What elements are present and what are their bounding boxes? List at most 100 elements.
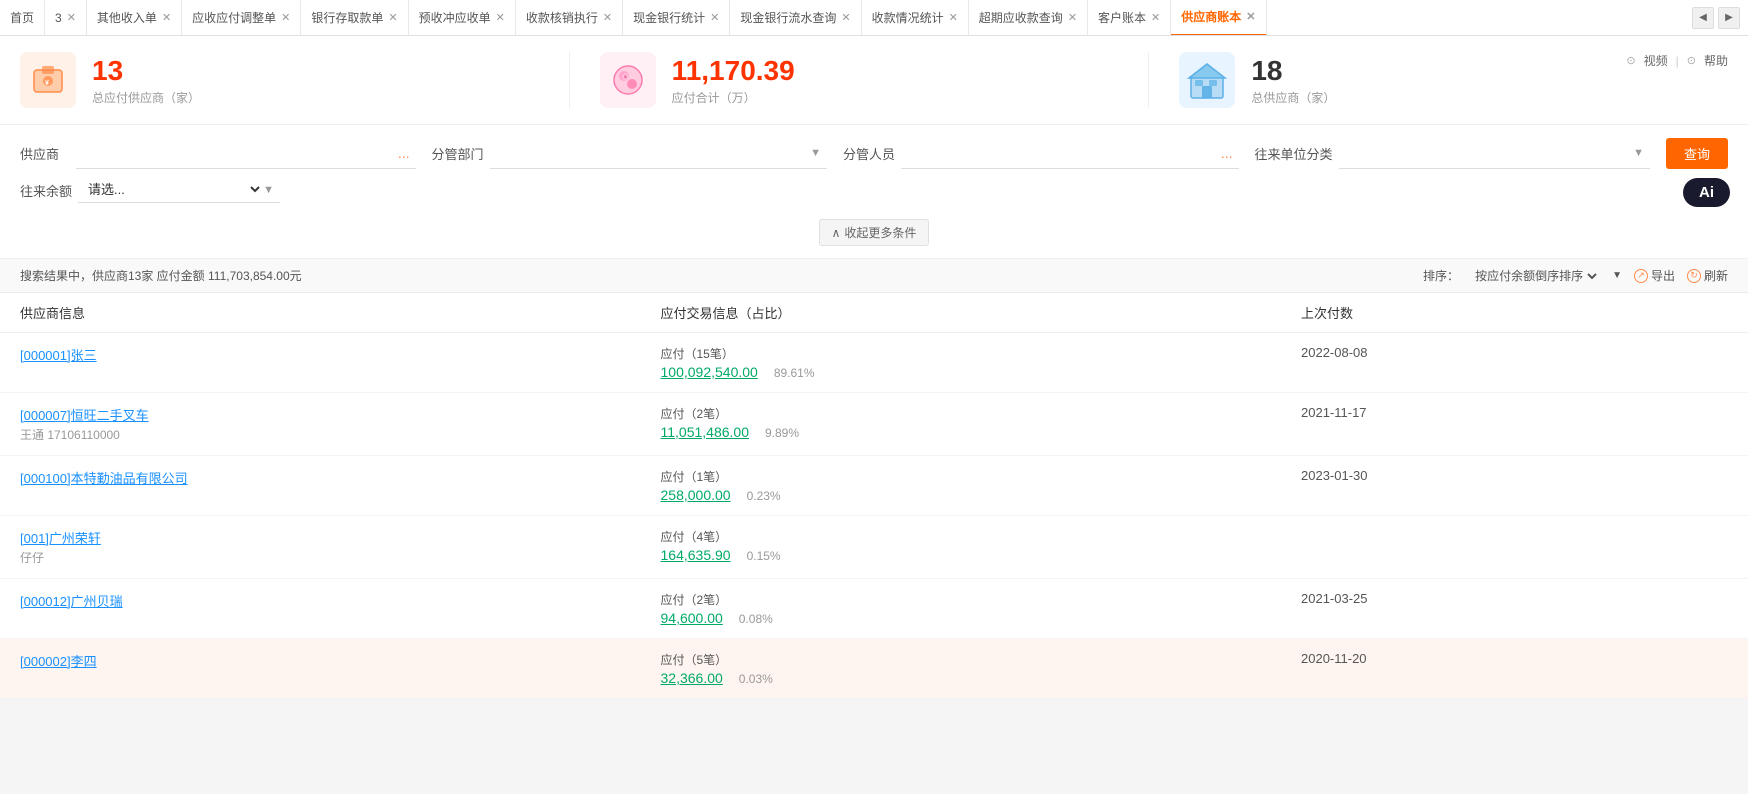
department-filter-label: 分管部门 xyxy=(432,144,484,163)
txn-amount[interactable]: 164,635.90 xyxy=(661,547,731,563)
person-dots-icon[interactable]: ... xyxy=(1221,145,1233,161)
payable-total-icon: 🌸 xyxy=(600,52,656,108)
tab-cash-bank-query[interactable]: 现金银行流水查询 ✕ xyxy=(730,0,861,36)
supplier-link[interactable]: [000001]张三 xyxy=(20,345,661,364)
supplier-link[interactable]: [000002]李四 xyxy=(20,651,661,670)
txn-amount[interactable]: 258,000.00 xyxy=(661,487,731,503)
close-icon[interactable]: ✕ xyxy=(1151,11,1160,24)
filter-row-1: 供应商 ... 分管部门 ▼ 分管人员 ... 往来单位分类 ▼ xyxy=(20,137,1728,169)
tab-ar-ap-adjust[interactable]: 应收应付调整单 ✕ xyxy=(182,0,301,36)
tab-receipt-write-off[interactable]: 收款核销执行 ✕ xyxy=(516,0,623,36)
balance-chevron-icon: ▼ xyxy=(263,184,274,196)
refresh-icon: ↻ xyxy=(1687,269,1701,283)
results-summary-text: 搜索结果中，供应商13家 应付金额 111,703,854.00元 xyxy=(20,267,302,284)
tab-3[interactable]: 3 ✕ xyxy=(45,0,87,36)
txn-label: 应付（5笔） xyxy=(661,651,1302,668)
nav-right-arrow[interactable]: ▶ xyxy=(1718,7,1740,29)
tab-customer-ledger[interactable]: 客户账本 ✕ xyxy=(1088,0,1171,36)
close-icon[interactable]: ✕ xyxy=(710,11,719,24)
tab-cash-bank-stat[interactable]: 现金银行统计 ✕ xyxy=(623,0,730,36)
collapse-button[interactable]: ∧ 收起更多条件 xyxy=(819,219,930,246)
last-payment-cell: 2021-11-17 xyxy=(1301,405,1728,420)
refresh-button[interactable]: ↻ 刷新 xyxy=(1687,267,1728,284)
supplier-link[interactable]: [001]广州荣轩 xyxy=(20,528,661,547)
payable-total-info: 11,170.39 应付合计（万） xyxy=(672,55,795,106)
circle-icon2: ⊙ xyxy=(1687,54,1696,67)
close-icon[interactable]: ✕ xyxy=(67,11,76,24)
balance-select[interactable]: 请选... 全部 正数 负数 xyxy=(84,181,263,198)
txn-percent: 89.61% xyxy=(774,366,815,380)
txn-amount[interactable]: 94,600.00 xyxy=(661,610,723,626)
nav-left-arrow[interactable]: ◀ xyxy=(1692,7,1714,29)
close-icon[interactable]: ✕ xyxy=(603,11,612,24)
department-input[interactable] xyxy=(496,141,811,164)
close-icon[interactable]: ✕ xyxy=(496,11,505,24)
help-link[interactable]: 帮助 xyxy=(1704,52,1728,69)
close-icon[interactable]: ✕ xyxy=(949,11,958,24)
tab-bank-deposit[interactable]: 银行存取款单 ✕ xyxy=(301,0,408,36)
col-last-payment: 上次付数 xyxy=(1301,303,1728,322)
payable-total-number: 11,170.39 xyxy=(672,55,795,87)
table-row: [000002]李四 应付（5笔） 32,366.00 0.03% 2020-1… xyxy=(0,639,1748,699)
supplier-link[interactable]: [000100]本特勤油品有限公司 xyxy=(20,468,661,487)
collapse-icon: ∧ xyxy=(832,226,841,240)
close-icon[interactable]: ✕ xyxy=(162,11,171,24)
txn-info-cell: 应付（1笔） 258,000.00 0.23% xyxy=(661,468,1302,503)
export-button[interactable]: ↗ 导出 xyxy=(1634,267,1675,284)
payable-suppliers-card: ¥ 13 总应付供应商（家） xyxy=(20,52,569,108)
close-icon[interactable]: ✕ xyxy=(1068,11,1077,24)
col-txn-info: 应付交易信息（占比） xyxy=(661,303,1302,322)
total-suppliers-info: 18 总供应商（家） xyxy=(1251,55,1335,106)
payable-suppliers-number: 13 xyxy=(92,55,200,87)
payable-suppliers-label: 总应付供应商（家） xyxy=(92,89,200,106)
tab-overdue-ar[interactable]: 超期应收款查询 ✕ xyxy=(969,0,1088,36)
txn-info-cell: 应付（2笔） 11,051,486.00 9.89% xyxy=(661,405,1302,440)
help-links: ⊙ 视频 | ⊙ 帮助 xyxy=(1626,52,1728,69)
close-icon[interactable]: ✕ xyxy=(388,11,397,24)
circle-icon: ⊙ xyxy=(1626,54,1635,67)
txn-percent: 0.23% xyxy=(747,489,781,503)
category-input[interactable] xyxy=(1345,141,1634,164)
tab-receipt-stat[interactable]: 收款情况统计 ✕ xyxy=(862,0,969,36)
total-suppliers-label: 总供应商（家） xyxy=(1251,89,1335,106)
department-chevron-icon[interactable]: ▼ xyxy=(810,147,821,159)
category-filter: 往来单位分类 ▼ xyxy=(1255,137,1651,169)
col-supplier-info: 供应商信息 xyxy=(20,303,661,322)
supplier-link[interactable]: [000007]恒旺二手叉车 xyxy=(20,405,661,424)
category-chevron-icon[interactable]: ▼ xyxy=(1633,147,1644,159)
category-input-wrap: ▼ xyxy=(1339,137,1650,169)
person-input[interactable] xyxy=(907,141,1221,164)
video-link[interactable]: 视频 xyxy=(1644,52,1668,69)
tab-prepay-ar[interactable]: 预收冲应收单 ✕ xyxy=(409,0,516,36)
txn-amount[interactable]: 32,366.00 xyxy=(661,670,723,686)
supplier-link[interactable]: [000012]广州贝瑞 xyxy=(20,591,661,610)
tab-home[interactable]: 首页 xyxy=(0,0,45,36)
table-body: [000001]张三 应付（15笔） 100,092,540.00 89.61%… xyxy=(0,333,1748,699)
table-row: [001]广州荣轩 仔仔 应付（4笔） 164,635.90 0.15% xyxy=(0,516,1748,579)
close-icon[interactable]: ✕ xyxy=(1246,10,1255,23)
last-payment-cell: 2023-01-30 xyxy=(1301,468,1728,483)
svg-text:🌸: 🌸 xyxy=(621,72,630,81)
search-button[interactable]: 查询 xyxy=(1666,138,1728,169)
last-payment-cell: 2022-08-08 xyxy=(1301,345,1728,360)
supplier-dots-icon[interactable]: ... xyxy=(398,145,410,161)
close-icon[interactable]: ✕ xyxy=(841,11,850,24)
ai-badge-label: Ai xyxy=(1699,184,1714,201)
export-icon: ↗ xyxy=(1634,269,1648,283)
last-payment-date: 2021-03-25 xyxy=(1301,591,1368,606)
txn-info-cell: 应付（2笔） 94,600.00 0.08% xyxy=(661,591,1302,626)
last-payment-date: 2023-01-30 xyxy=(1301,468,1368,483)
txn-amount[interactable]: 100,092,540.00 xyxy=(661,364,758,380)
supplier-input[interactable] xyxy=(82,141,398,164)
close-icon[interactable]: ✕ xyxy=(281,11,290,24)
tab-other-income[interactable]: 其他收入单 ✕ xyxy=(87,0,182,36)
collapse-label: 收起更多条件 xyxy=(844,224,916,241)
last-payment-cell: 2021-03-25 xyxy=(1301,591,1728,606)
ai-badge[interactable]: Ai xyxy=(1683,178,1730,207)
tab-supplier-ledger[interactable]: 供应商账本 ✕ xyxy=(1171,0,1266,36)
sort-select[interactable]: 按应付余额倒序排序 按应付余额正序排序 xyxy=(1471,268,1600,284)
txn-amount[interactable]: 11,051,486.00 xyxy=(661,424,750,440)
txn-label: 应付（2笔） xyxy=(661,591,1302,608)
separator: | xyxy=(1676,54,1679,68)
balance-input-wrap[interactable]: 请选... 全部 正数 负数 ▼ xyxy=(78,177,280,203)
